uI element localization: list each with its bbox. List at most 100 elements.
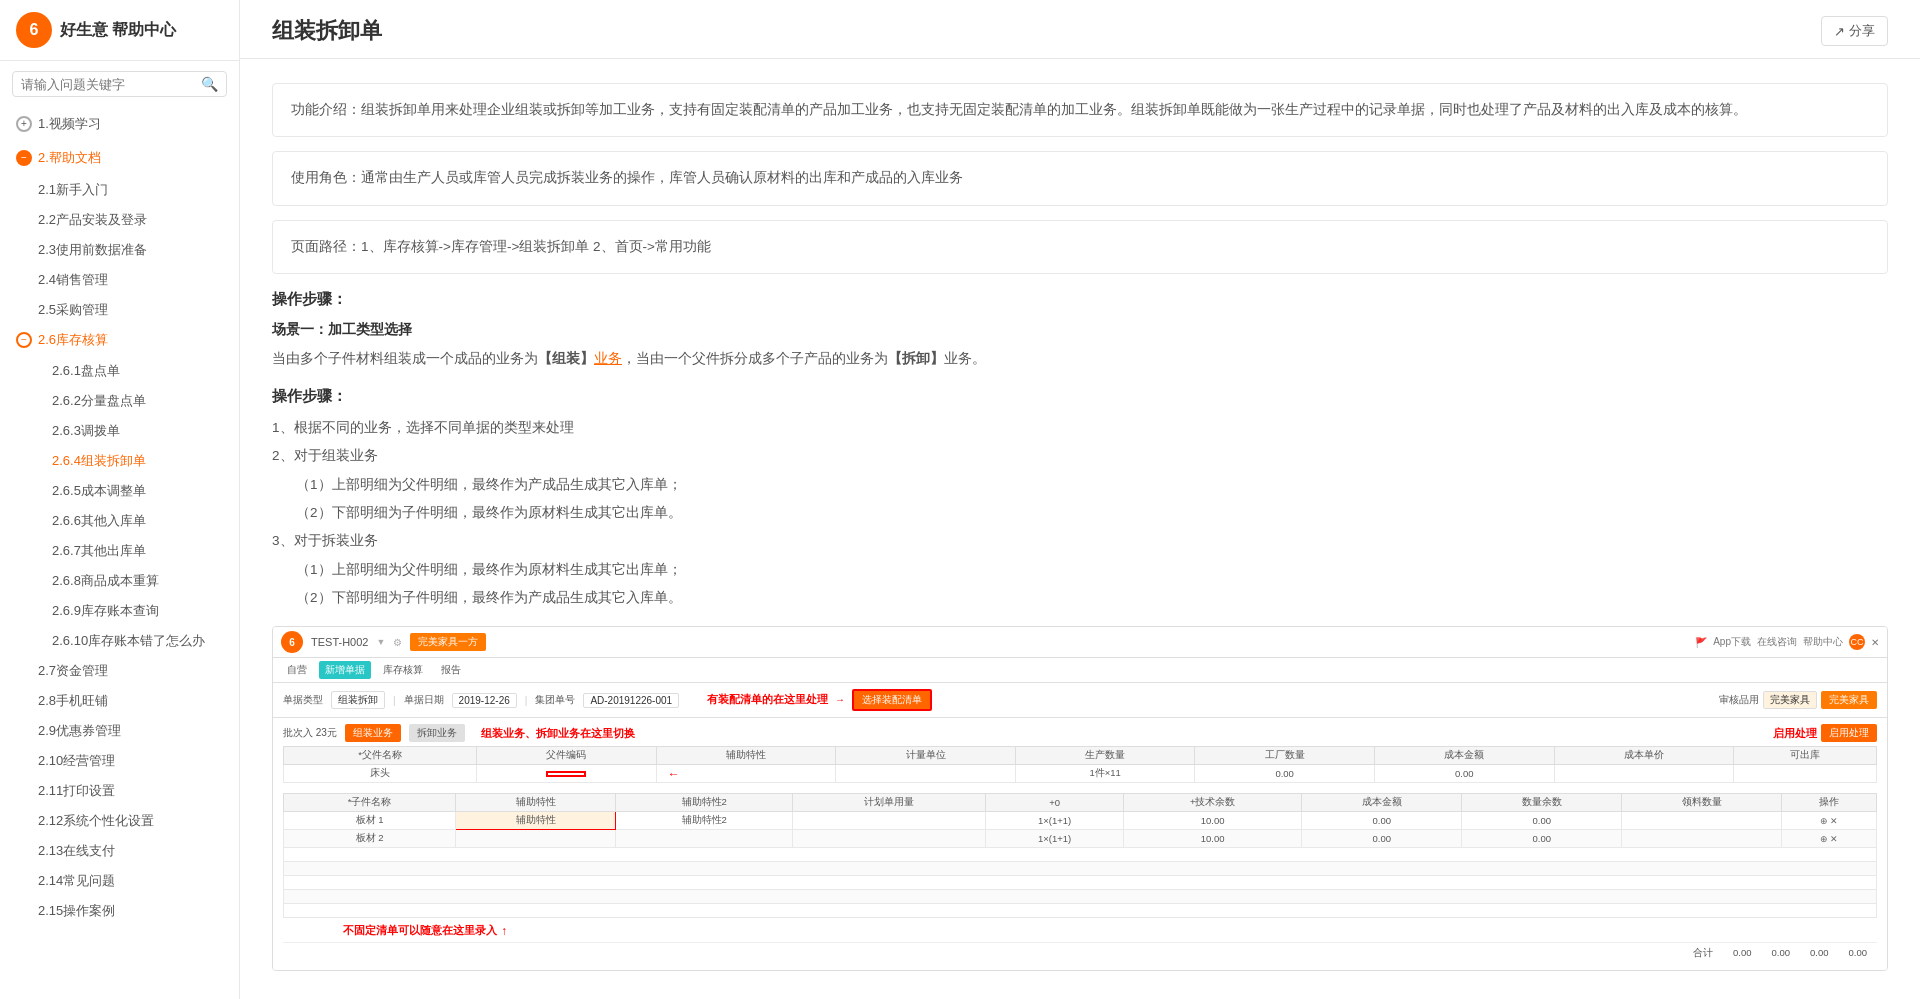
erp-annotation1: 有装配清单的在这里处理 xyxy=(707,693,828,705)
erp-parent-th-9: 可出库 xyxy=(1734,747,1877,765)
sidebar-sub-210[interactable]: 2.10经营管理 xyxy=(0,746,239,776)
sidebar-sub-268[interactable]: 2.6.8商品成本重算 xyxy=(0,566,239,596)
sidebar-sub-211[interactable]: 2.11打印设置 xyxy=(0,776,239,806)
sidebar-sub-22[interactable]: 2.2产品安装及登录 xyxy=(0,205,239,235)
erp-child-td-cost2: 0.00 xyxy=(1302,830,1462,848)
erp-toolbar: 单据类型 组装拆卸 | 单据日期 2019-12-26 | 集团单号 AD-20… xyxy=(273,683,1887,718)
sidebar-sub-264[interactable]: 2.6.4组装拆卸单 xyxy=(0,446,239,476)
erp-child-th-8: 数量余数 xyxy=(1462,794,1622,812)
erp-tab-disassembly[interactable]: 拆卸业务 xyxy=(409,724,465,742)
erp-child-row-2: 板材 2 1×(1+1) 10.00 0.00 0.00 xyxy=(284,830,1877,848)
erp-arrow4: ↑ xyxy=(501,924,507,938)
erp-parent-td-stock xyxy=(1734,765,1877,783)
sidebar-sub-25[interactable]: 2.5采购管理 xyxy=(0,295,239,325)
sidebar-sub-214[interactable]: 2.14常见问题 xyxy=(0,866,239,896)
erp-child-td-plan1 xyxy=(793,812,986,830)
erp-parent-th-7: 成本金额 xyxy=(1374,747,1554,765)
erp-child-row-4 xyxy=(284,862,1877,876)
sidebar-sub-29[interactable]: 2.9优惠券管理 xyxy=(0,716,239,746)
erp-annotation4-group: 不固定清单可以随意在这里录入 ↑ xyxy=(343,923,507,938)
app-logo: 6 xyxy=(16,12,52,48)
sidebar-item-video[interactable]: + 1.视频学习 xyxy=(0,107,239,141)
steps-title: 操作步骤： xyxy=(272,290,1888,309)
page-title: 组装拆卸单 xyxy=(272,16,382,46)
erp-nav-new[interactable]: 新增单据 xyxy=(319,661,371,679)
erp-child-td-aux21: 辅助特性2 xyxy=(616,812,793,830)
erp-nav-inventory[interactable]: 库存核算 xyxy=(377,661,429,679)
erp-content-area: 批次入 23元 组装业务 拆卸业务 组装业务、拆卸业务在这里切换 启用处理 启用… xyxy=(273,718,1887,970)
main-content: 组装拆卸单 ↗ 分享 功能介绍：组装拆卸单用来处理企业组装或拆卸等加工业务，支持… xyxy=(240,0,1920,999)
sidebar-sub-267[interactable]: 2.6.7其他出库单 xyxy=(0,536,239,566)
erp-annotation3: 启用处理 xyxy=(1773,726,1817,741)
erp-child-td-rem2: 0.00 xyxy=(1462,830,1622,848)
role-box: 使用角色：通常由生产人员或库管人员完成拆装业务的操作，库管人员确认原材料的出库和… xyxy=(272,151,1888,205)
sidebar-sub-24[interactable]: 2.4销售管理 xyxy=(0,265,239,295)
sidebar-sub-2610[interactable]: 2.6.10库存账本错了怎么办 xyxy=(0,626,239,656)
erp-child-td-plan2 xyxy=(793,830,986,848)
erp-parent-td-code: ← xyxy=(477,765,657,783)
sidebar-sub-212[interactable]: 2.12系统个性化设置 xyxy=(0,806,239,836)
erp-footer-val1: 0.00 xyxy=(1733,947,1752,960)
erp-child-td-rem1: 0.00 xyxy=(1462,812,1622,830)
erp-select-btn[interactable]: 选择装配清单 xyxy=(852,689,932,711)
sidebar-sub-28[interactable]: 2.8手机旺铺 xyxy=(0,686,239,716)
steps-sub-title: 操作步骤： xyxy=(272,387,1888,406)
erp-parent-td-price xyxy=(1554,765,1734,783)
sidebar-sub-261[interactable]: 2.6.1盘点单 xyxy=(0,356,239,386)
sidebar: 6 好生意 帮助中心 🔍 + 1.视频学习 − 2.帮助文档 2.1新手入门 2… xyxy=(0,0,240,999)
erp-child-th-6: +技术余数 xyxy=(1124,794,1302,812)
erp-mock: 6 TEST-H002 ▼ ⚙ 完美家具一方 🚩 App下载 在线咨询 帮助中心… xyxy=(273,627,1887,970)
sidebar-sub-27[interactable]: 2.7资金管理 xyxy=(0,656,239,686)
sidebar-header: 6 好生意 帮助中心 xyxy=(0,0,239,61)
sidebar-sub-213[interactable]: 2.13在线支付 xyxy=(0,836,239,866)
erp-process-btn[interactable]: 启用处理 xyxy=(1821,724,1877,742)
erp-save-btn[interactable]: 完美家具 xyxy=(1821,691,1877,709)
erp-tb-label1: 单据类型 xyxy=(283,693,323,707)
erp-dropdown-icon: ▼ xyxy=(376,637,385,647)
erp-nav: 自营 新增单据 库存核算 报告 xyxy=(273,658,1887,683)
erp-child-row-1: 板材 1 辅助特性 辅助特性2 1×(1+1) 10.00 0.00 0.00 xyxy=(284,812,1877,830)
erp-child-th-5: +0 xyxy=(986,794,1124,812)
erp-tab-assembly[interactable]: 组装业务 xyxy=(345,724,401,742)
erp-topbar-settings: ⚙ xyxy=(393,637,402,648)
sidebar-sub-215[interactable]: 2.15操作案例 xyxy=(0,896,239,926)
search-box[interactable]: 🔍 xyxy=(12,71,227,97)
sidebar-sub-21[interactable]: 2.1新手入门 xyxy=(0,175,239,205)
path-text: 页面路径：1、库存核算->库存管理->组装拆卸单 2、首页->常用功能 xyxy=(291,239,711,254)
erp-child-th-7: 成本金额 xyxy=(1302,794,1462,812)
nav-section: + 1.视频学习 − 2.帮助文档 2.1新手入门 2.2产品安装及登录 2.3… xyxy=(0,107,239,926)
erp-parent-th-4: 计量单位 xyxy=(836,747,1016,765)
erp-child-td-cost1: 0.00 xyxy=(1302,812,1462,830)
sidebar-sub-266[interactable]: 2.6.6其他入库单 xyxy=(0,506,239,536)
erp-child-th-2: 辅助特性 xyxy=(456,794,616,812)
erp-tb-input1: 组装拆卸 xyxy=(331,691,385,709)
sidebar-sub-262[interactable]: 2.6.2分量盘点单 xyxy=(0,386,239,416)
sidebar-item-26[interactable]: − 2.6库存核算 xyxy=(0,325,239,355)
erp-topbar-right: 🚩 App下载 在线咨询 帮助中心 CC ✕ xyxy=(1695,634,1879,650)
erp-tb-label3: 集团单号 xyxy=(535,693,575,707)
step2-item: 2、对于组装业务 xyxy=(272,444,1888,468)
search-input[interactable] xyxy=(21,77,201,92)
erp-logo: 6 xyxy=(281,631,303,653)
sidebar-sub-23[interactable]: 2.3使用前数据准备 xyxy=(0,235,239,265)
sidebar-sub-265[interactable]: 2.6.5成本调整单 xyxy=(0,476,239,506)
erp-child-th-1: *子件名称 xyxy=(284,794,456,812)
erp-child-td-name1: 板材 1 xyxy=(284,812,456,830)
erp-child-td-tech1: 10.00 xyxy=(1124,812,1302,830)
erp-child-th-4: 计划单用量 xyxy=(793,794,986,812)
erp-child-td-aux2 xyxy=(456,830,616,848)
erp-child-th-9: 领料数量 xyxy=(1622,794,1782,812)
sidebar-sub-263[interactable]: 2.6.3调拨单 xyxy=(0,416,239,446)
erp-topbar-btn[interactable]: 完美家具一方 xyxy=(410,633,486,651)
sidebar-sub-269[interactable]: 2.6.9库存账本查询 xyxy=(0,596,239,626)
share-button[interactable]: ↗ 分享 xyxy=(1821,16,1888,46)
erp-nav-home[interactable]: 自营 xyxy=(281,661,313,679)
erp-nav-report[interactable]: 报告 xyxy=(435,661,467,679)
sidebar-item-docs[interactable]: − 2.帮助文档 xyxy=(0,141,239,175)
erp-parent-th-2: 父件编码 xyxy=(477,747,657,765)
erp-parent-code-field xyxy=(546,771,586,777)
erp-child-td-name2: 板材 2 xyxy=(284,830,456,848)
search-icon[interactable]: 🔍 xyxy=(201,76,218,92)
erp-parent-table: *父件名称 父件编码 辅助特性 计量单位 生产数量 工厂数量 成本金额 成本单价… xyxy=(283,746,1877,783)
erp-tb-sep1: | xyxy=(393,695,396,706)
